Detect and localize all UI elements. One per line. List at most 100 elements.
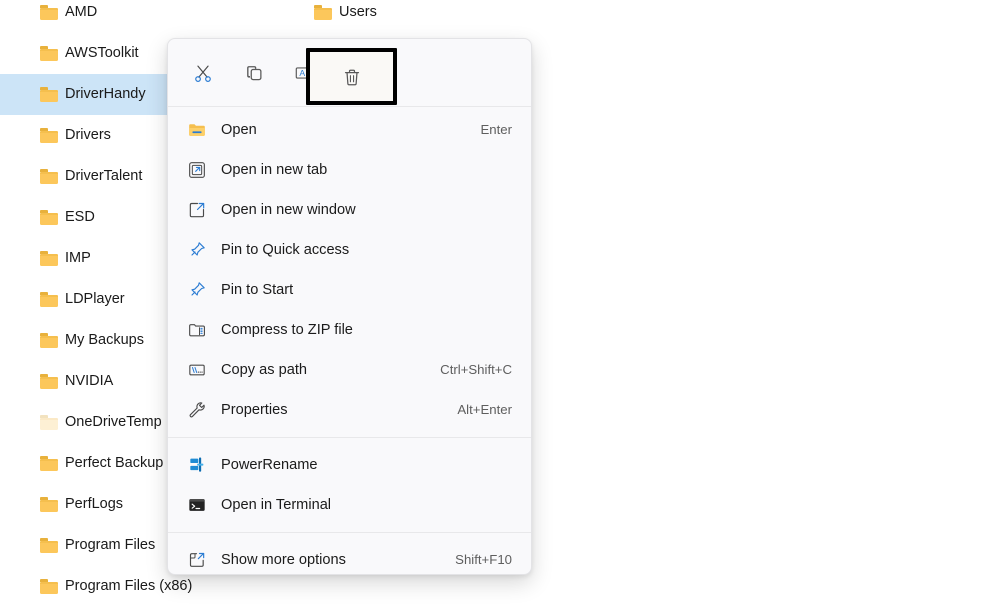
menu-item[interactable]: Copy as path Ctrl+Shift+C [168, 350, 531, 390]
file-list-item[interactable]: IMP [0, 238, 168, 279]
file-name: Users [339, 4, 377, 21]
menu-divider [168, 532, 531, 533]
file-list-item[interactable]: Drivers [0, 115, 168, 156]
menu-item-shortcut: Alt+Enter [457, 402, 512, 418]
show-more-icon [187, 550, 207, 570]
folder-icon [40, 456, 58, 471]
folder-icon [40, 538, 58, 553]
delete-button-highlight [306, 48, 397, 105]
file-list-item[interactable]: Users [300, 0, 500, 33]
folder-icon [40, 579, 58, 594]
copy-icon [243, 62, 265, 84]
menu-item[interactable]: Open Enter [168, 110, 531, 150]
file-name: DriverTalent [65, 168, 143, 185]
menu-item-label: Open in Terminal [221, 496, 332, 513]
file-name: Drivers [65, 127, 111, 144]
file-name: IMP [65, 250, 91, 267]
menu-item[interactable]: Properties Alt+Enter [168, 390, 531, 430]
pin-icon [187, 240, 207, 260]
menu-group: Open Enter Open in new tab Open in new wind… [168, 106, 531, 434]
file-name: AMD [65, 4, 98, 21]
pin-icon [187, 280, 207, 300]
file-list-item[interactable]: DriverTalent [0, 156, 168, 197]
menu-item[interactable]: Open in new tab [168, 150, 531, 190]
file-list-item[interactable]: PerfLogs [0, 484, 168, 525]
menu-item[interactable]: Pin to Start [168, 270, 531, 310]
file-name: My Backups [65, 332, 144, 349]
file-list-item[interactable]: AMD [0, 0, 168, 33]
file-explorer-screen: AMD AWSToolkit DriverHandy Drivers DriverTal… [0, 0, 992, 604]
folder-icon [314, 5, 332, 20]
folder-icon [40, 251, 58, 266]
menu-item-shortcut: Ctrl+Shift+C [440, 362, 512, 378]
wrench-icon [187, 400, 207, 420]
context-menu-command-bar[interactable]: A [168, 39, 531, 107]
folder-icon [40, 128, 58, 143]
open-new-tab-icon [187, 160, 207, 180]
file-list-item[interactable]: OneDriveTemp [0, 402, 168, 443]
terminal-icon [187, 495, 207, 515]
folder-icon [40, 87, 58, 102]
open-new-window-icon [187, 200, 207, 220]
file-list-item[interactable]: Perfect Backup [0, 443, 168, 484]
file-list-item[interactable]: AWSToolkit [0, 33, 168, 74]
file-list-item[interactable]: NVIDIA [0, 361, 168, 402]
menu-group: PowerRename Open in Terminal [168, 441, 531, 529]
file-list-item[interactable]: My Backups [0, 320, 168, 361]
menu-item-label: Properties [221, 401, 288, 418]
svg-text:A: A [299, 67, 305, 77]
file-name: LDPlayer [65, 291, 125, 308]
menu-item-label: Compress to ZIP file [221, 321, 353, 338]
context-menu-items: Open Enter Open in new tab Open in new wind… [168, 106, 531, 574]
folder-icon [40, 169, 58, 184]
menu-item-label: Show more options [221, 551, 346, 568]
file-list-item[interactable]: Program Files (x86) [0, 566, 192, 604]
menu-item[interactable]: Open in new window [168, 190, 531, 230]
menu-item-label: PowerRename [221, 456, 318, 473]
file-list-item[interactable]: DriverHandy [0, 74, 168, 115]
folder-icon [40, 333, 58, 348]
folder-icon [40, 5, 58, 20]
file-name: OneDriveTemp [65, 414, 162, 431]
menu-item-label: Open in new window [221, 201, 356, 218]
menu-item[interactable]: Show more options Shift+F10 [168, 540, 531, 574]
file-name: DriverHandy [65, 86, 146, 103]
folder-open-icon [187, 120, 207, 140]
folder-icon [40, 374, 58, 389]
file-name: NVIDIA [65, 373, 114, 390]
file-list-item[interactable]: ESD [0, 197, 168, 238]
command-bar-divider [168, 106, 531, 107]
file-name: ESD [65, 209, 95, 226]
menu-item-label: Open [221, 121, 257, 138]
file-name: Program Files (x86) [65, 578, 193, 595]
context-menu[interactable]: A Open Enter Open in new tab Open in new… [167, 38, 532, 575]
file-name: AWSToolkit [65, 45, 139, 62]
delete-button[interactable] [326, 57, 377, 97]
file-name: PerfLogs [65, 496, 124, 513]
menu-item-shortcut: Enter [480, 122, 512, 138]
powerrename-icon [187, 455, 207, 475]
file-list-item[interactable]: LDPlayer [0, 279, 168, 320]
file-list-item[interactable]: Program Files [0, 525, 168, 566]
menu-item[interactable]: Compress to ZIP file [168, 310, 531, 350]
menu-item[interactable]: Open in Terminal [168, 485, 531, 525]
copy-button[interactable] [228, 53, 279, 93]
file-name: Program Files [65, 537, 156, 554]
folder-icon [40, 210, 58, 225]
folder-icon [40, 292, 58, 307]
menu-item-label: Pin to Quick access [221, 241, 350, 258]
menu-item-shortcut: Shift+F10 [455, 552, 512, 568]
menu-item-label: Open in new tab [221, 161, 328, 178]
menu-item-label: Pin to Start [221, 281, 294, 298]
menu-item[interactable]: PowerRename [168, 445, 531, 485]
menu-divider [168, 437, 531, 438]
zip-icon [187, 320, 207, 340]
menu-item-label: Copy as path [221, 361, 307, 378]
menu-group: Show more options Shift+F10 [168, 536, 531, 574]
copy-path-icon [187, 360, 207, 380]
cut-button[interactable] [177, 53, 228, 93]
scissors-icon [192, 62, 214, 84]
folder-icon [40, 46, 58, 61]
menu-item[interactable]: Pin to Quick access [168, 230, 531, 270]
file-name: Perfect Backup [65, 455, 164, 472]
